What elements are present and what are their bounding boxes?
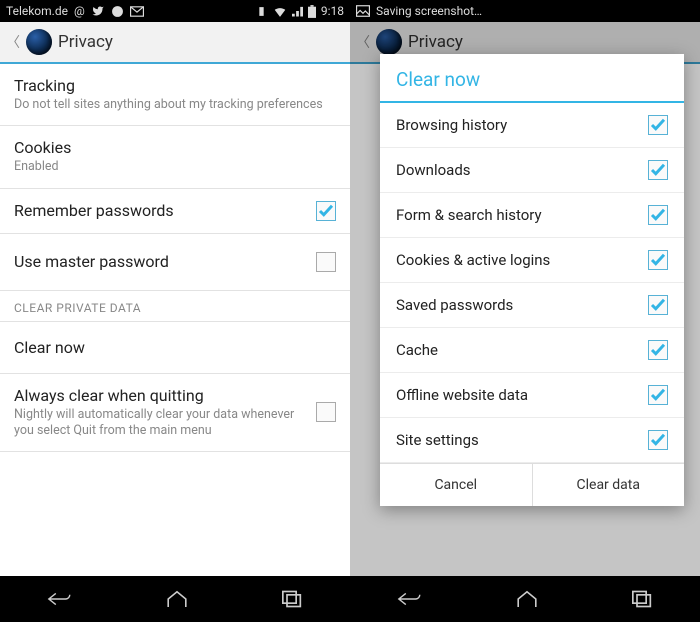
wifi-icon xyxy=(273,5,287,17)
setting-title: Remember passwords xyxy=(14,201,306,220)
saving-label: Saving screenshot… xyxy=(376,4,482,18)
dialog-row-label: Cache xyxy=(396,341,648,359)
dialog-row[interactable]: Saved passwords xyxy=(380,283,684,328)
dialog-title: Clear now xyxy=(380,54,684,103)
clear-data-button[interactable]: Clear data xyxy=(532,464,685,506)
nav-home-icon[interactable] xyxy=(165,589,189,609)
nav-home-icon[interactable] xyxy=(515,589,539,609)
dialog-row-label: Browsing history xyxy=(396,116,648,134)
at-icon: @ xyxy=(74,4,85,18)
checkbox[interactable] xyxy=(316,402,336,422)
dialog-row[interactable]: Cookies & active logins xyxy=(380,238,684,283)
twitter-icon xyxy=(91,5,105,17)
setting-tracking[interactable]: Tracking Do not tell sites anything abou… xyxy=(0,64,350,126)
mail-icon xyxy=(130,6,144,17)
battery-icon xyxy=(308,5,316,18)
dialog-row-label: Form & search history xyxy=(396,206,648,224)
setting-subtitle: Do not tell sites anything about my trac… xyxy=(14,97,336,113)
dialog-row[interactable]: Offline website data xyxy=(380,373,684,418)
carrier-label: Telekom.de xyxy=(6,4,68,18)
checkbox[interactable] xyxy=(648,340,668,360)
nav-back-icon[interactable] xyxy=(46,589,74,609)
settings-list: Tracking Do not tell sites anything abou… xyxy=(0,64,350,576)
setting-title: Tracking xyxy=(14,76,336,95)
dialog-row[interactable]: Browsing history xyxy=(380,103,684,148)
nav-bar xyxy=(350,576,700,622)
setting-remember-passwords[interactable]: Remember passwords xyxy=(0,189,350,234)
setting-subtitle: Nightly will automatically clear your da… xyxy=(14,407,306,440)
dialog-row-label: Site settings xyxy=(396,431,648,449)
setting-title: Clear now xyxy=(14,338,336,357)
page-title: Privacy xyxy=(58,32,113,52)
signal-icon xyxy=(292,5,303,17)
setting-cookies[interactable]: Cookies Enabled xyxy=(0,126,350,188)
status-bar: Telekom.de @ 9:18 xyxy=(0,0,350,22)
checkbox[interactable] xyxy=(648,205,668,225)
checkbox[interactable] xyxy=(648,295,668,315)
status-bar: Saving screenshot… xyxy=(350,0,700,22)
dialog-row-label: Saved passwords xyxy=(396,296,648,314)
setting-title: Use master password xyxy=(14,252,306,271)
setting-subtitle: Enabled xyxy=(14,159,336,175)
nav-recent-icon[interactable] xyxy=(280,589,304,609)
clear-now-dialog: Clear now Browsing history Downloads Form … xyxy=(380,54,684,506)
dialog-row[interactable]: Downloads xyxy=(380,148,684,193)
checkbox[interactable] xyxy=(648,115,668,135)
section-header-clear: CLEAR PRIVATE DATA xyxy=(0,291,350,322)
clock-label: 9:18 xyxy=(321,4,344,18)
dialog-row[interactable]: Form & search history xyxy=(380,193,684,238)
dialog-row-label: Cookies & active logins xyxy=(396,251,648,269)
phone-left: Telekom.de @ 9:18 〈 Privacy Tracking xyxy=(0,0,350,622)
setting-title: Always clear when quitting xyxy=(14,386,306,405)
setting-master-password[interactable]: Use master password xyxy=(0,234,350,291)
nav-back-icon[interactable] xyxy=(396,589,424,609)
setting-always-clear[interactable]: Always clear when quitting Nightly will … xyxy=(0,374,350,453)
dialog-row[interactable]: Site settings xyxy=(380,418,684,463)
setting-title: Cookies xyxy=(14,138,336,157)
nav-recent-icon[interactable] xyxy=(630,589,654,609)
checkbox[interactable] xyxy=(648,250,668,270)
setting-clear-now[interactable]: Clear now xyxy=(0,322,350,374)
phone-right: Saving screenshot… 〈 Privacy Clear now B… xyxy=(350,0,700,622)
cancel-button[interactable]: Cancel xyxy=(380,464,532,506)
checkbox[interactable] xyxy=(648,385,668,405)
dialog-row-label: Downloads xyxy=(396,161,648,179)
nav-bar xyxy=(0,576,350,622)
checkbox[interactable] xyxy=(648,160,668,180)
app-logo-icon xyxy=(26,29,52,55)
image-icon xyxy=(356,5,370,17)
firefox-icon xyxy=(111,5,124,18)
app-header[interactable]: 〈 Privacy xyxy=(0,22,350,64)
checkbox[interactable] xyxy=(648,430,668,450)
checkbox[interactable] xyxy=(316,201,336,221)
back-icon[interactable]: 〈 xyxy=(6,32,20,52)
checkbox[interactable] xyxy=(316,252,336,272)
vibrate-icon xyxy=(255,5,268,18)
dialog-row[interactable]: Cache xyxy=(380,328,684,373)
dialog-row-label: Offline website data xyxy=(396,386,648,404)
